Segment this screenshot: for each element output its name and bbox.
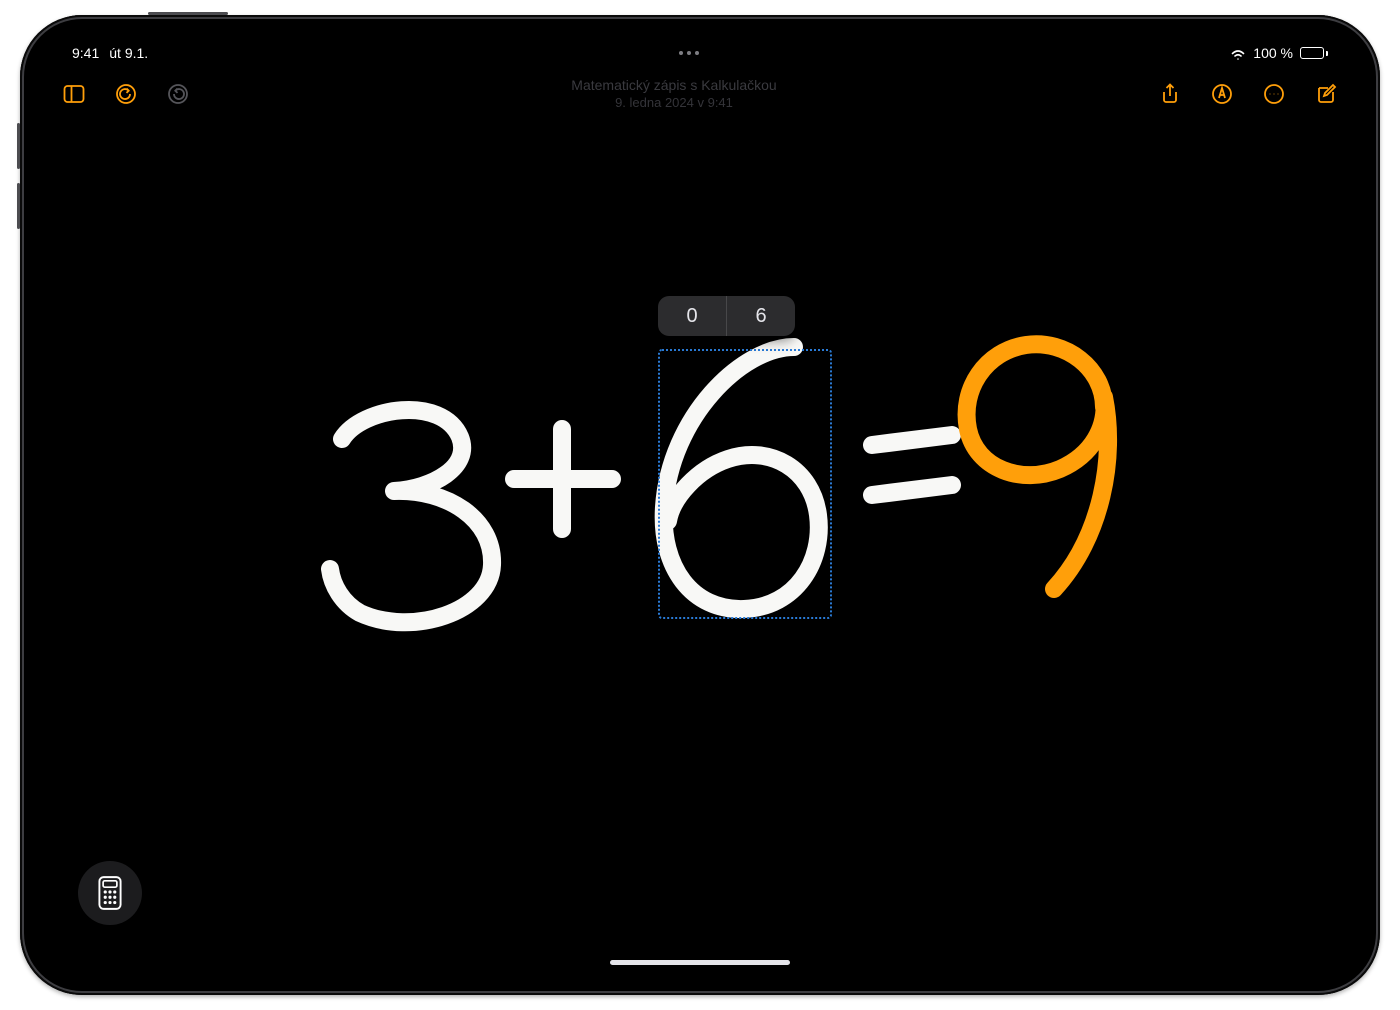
glyph-three (330, 410, 492, 622)
glyph-equals (872, 435, 952, 495)
handwriting-selection-box[interactable] (658, 349, 832, 619)
note-canvas[interactable]: 0 6 (42, 37, 1358, 973)
power-button-edge (148, 12, 228, 15)
calculator-button[interactable] (78, 861, 142, 925)
ipad-frame: 9:41 út 9.1. 100 % (20, 15, 1380, 995)
home-indicator[interactable] (610, 960, 790, 965)
glyph-nine-result (967, 344, 1109, 589)
suggestion-option-6[interactable]: 6 (727, 296, 795, 336)
screen: 9:41 út 9.1. 100 % (42, 37, 1358, 973)
recognition-suggestion-popup: 0 6 (658, 296, 795, 336)
glyph-plus (514, 429, 612, 529)
suggestion-option-0[interactable]: 0 (658, 296, 726, 336)
